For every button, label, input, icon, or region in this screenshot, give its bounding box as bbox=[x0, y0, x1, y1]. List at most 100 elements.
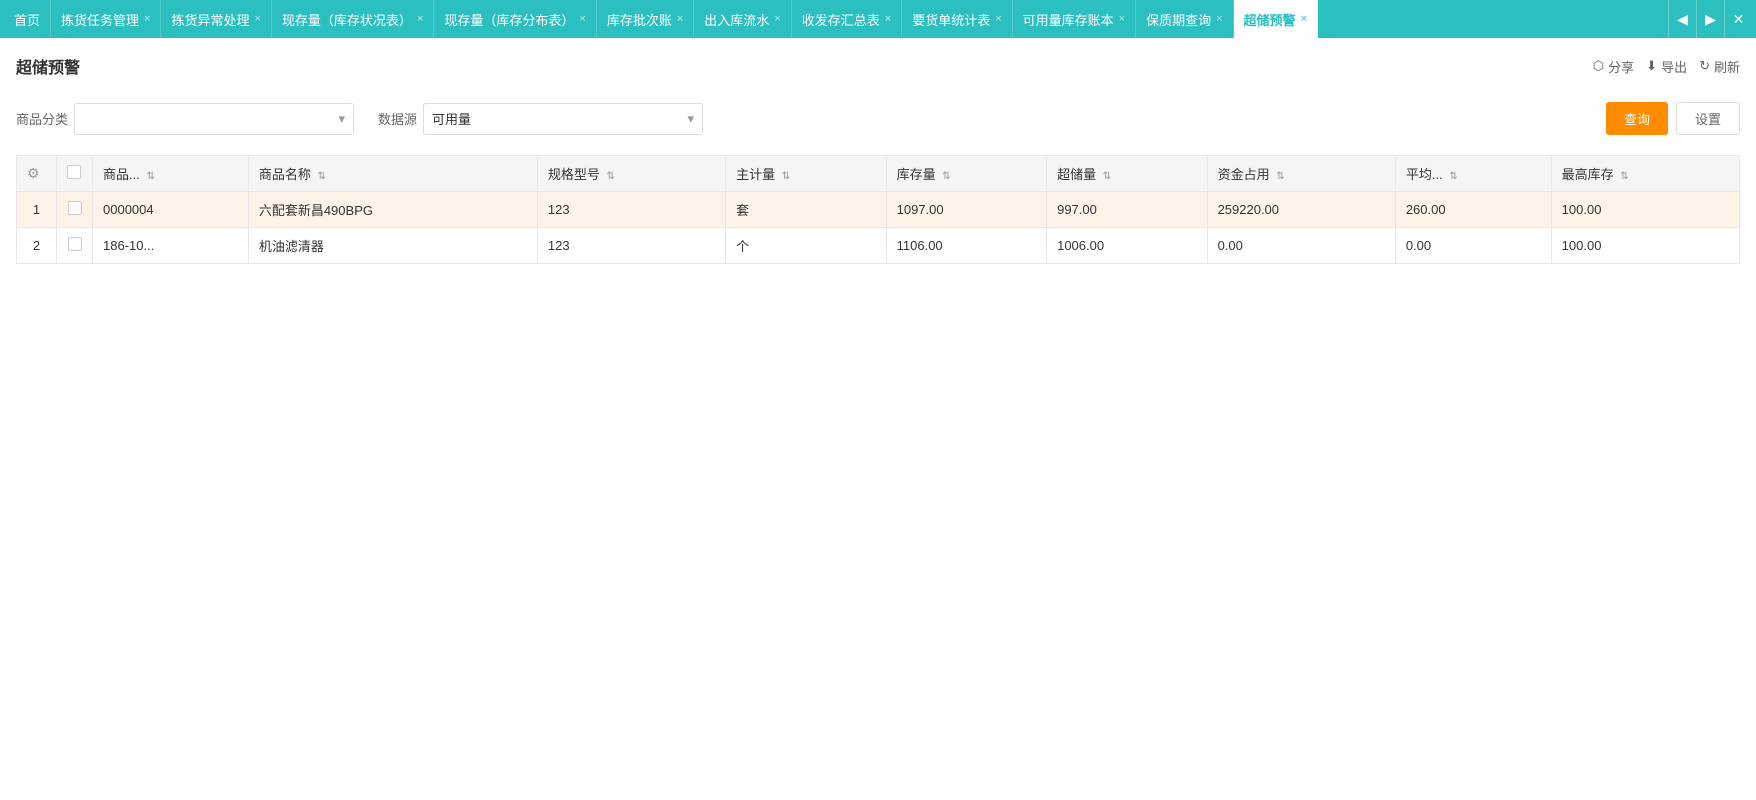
table-row: 1 0000004 六配套新昌490BPG 123 套 1097.00 997.… bbox=[17, 192, 1740, 228]
th-avg[interactable]: 平均... ⇅ bbox=[1395, 156, 1551, 192]
category-label: 商品分类 bbox=[16, 109, 68, 128]
settings-button[interactable]: 设置 bbox=[1676, 102, 1740, 135]
nav-tab-inout-flow-label: 出入库流水 bbox=[704, 10, 769, 29]
nav-tab-available-ledger-close[interactable]: × bbox=[1119, 13, 1125, 25]
refresh-button[interactable]: ↻ 刷新 bbox=[1699, 57, 1740, 76]
category-filter: 商品分类 ▾ bbox=[16, 103, 354, 135]
nav-close-arrow[interactable]: ✕ bbox=[1724, 0, 1752, 38]
datasource-dropdown-icon: ▾ bbox=[688, 111, 695, 127]
th-product-name-label: 商品名称 bbox=[259, 167, 311, 182]
header-actions: ⬡ 分享 ⬇ 导出 ↻ 刷新 bbox=[1593, 57, 1740, 76]
export-icon: ⬇ bbox=[1646, 58, 1657, 74]
nav-tab-batch-account[interactable]: 库存批次账 × bbox=[597, 0, 694, 38]
cell-checkbox-0[interactable] bbox=[57, 192, 93, 228]
cell-product-name-1: 机油滤清器 bbox=[248, 228, 537, 264]
nav-tab-overstock[interactable]: 超储预警 × bbox=[1234, 0, 1318, 38]
cell-overstock-1: 1006.00 bbox=[1047, 228, 1207, 264]
data-table: ⚙ 商品... ⇅ 商品名称 ⇅ 规格型号 ⇅ 主计量 bbox=[16, 155, 1740, 264]
nav-tab-available-ledger[interactable]: 可用量库存账本 × bbox=[1013, 0, 1136, 38]
nav-tab-order-stats-label: 要货单统计表 bbox=[912, 10, 990, 29]
nav-tab-inventory-dist[interactable]: 现存量（库存分布表） × bbox=[434, 0, 596, 38]
cell-overstock-0: 997.00 bbox=[1047, 192, 1207, 228]
th-product-code-label: 商品... bbox=[103, 167, 140, 182]
nav-prev-arrow[interactable]: ◀ bbox=[1668, 0, 1696, 38]
nav-tab-quality-check[interactable]: 保质期查询 × bbox=[1136, 0, 1233, 38]
nav-tab-abnormal-label: 拣货异常处理 bbox=[171, 10, 249, 29]
category-select[interactable]: ▾ bbox=[74, 103, 354, 135]
th-capital[interactable]: 资金占用 ⇅ bbox=[1207, 156, 1395, 192]
category-dropdown-icon: ▾ bbox=[338, 111, 345, 127]
nav-tab-inventory-status-label: 现存量（库存状况表） bbox=[282, 10, 412, 29]
nav-tab-quality-check-close[interactable]: × bbox=[1216, 13, 1222, 25]
th-product-code[interactable]: 商品... ⇅ bbox=[93, 156, 249, 192]
cell-unit-1: 个 bbox=[726, 228, 886, 264]
nav-tab-available-ledger-label: 可用量库存账本 bbox=[1023, 10, 1114, 29]
th-product-name[interactable]: 商品名称 ⇅ bbox=[248, 156, 537, 192]
row-checkbox-0[interactable] bbox=[68, 201, 82, 215]
export-button[interactable]: ⬇ 导出 bbox=[1646, 57, 1687, 76]
share-icon: ⬡ bbox=[1593, 58, 1604, 74]
filter-bar: 商品分类 ▾ 数据源 可用量 ▾ 查询 设置 bbox=[16, 94, 1740, 143]
page-title: 超储预警 bbox=[16, 54, 80, 78]
cell-checkbox-1[interactable] bbox=[57, 228, 93, 264]
nav-tab-recv-send-label: 收发存汇总表 bbox=[802, 10, 880, 29]
th-overstock-label: 超储量 bbox=[1057, 167, 1096, 182]
gear-icon[interactable]: ⚙ bbox=[27, 165, 40, 181]
nav-tab-task-mgmt[interactable]: 拣货任务管理 × bbox=[51, 0, 161, 38]
th-spec[interactable]: 规格型号 ⇅ bbox=[537, 156, 725, 192]
cell-stock-0: 1097.00 bbox=[886, 192, 1046, 228]
th-unit[interactable]: 主计量 ⇅ bbox=[726, 156, 886, 192]
table-body: 1 0000004 六配套新昌490BPG 123 套 1097.00 997.… bbox=[17, 192, 1740, 264]
nav-tab-inventory-status-close[interactable]: × bbox=[417, 13, 423, 25]
row-checkbox-1[interactable] bbox=[68, 237, 82, 251]
th-unit-label: 主计量 bbox=[736, 167, 775, 182]
cell-capital-0: 259220.00 bbox=[1207, 192, 1395, 228]
nav-tab-order-stats[interactable]: 要货单统计表 × bbox=[902, 0, 1012, 38]
refresh-icon: ↻ bbox=[1699, 58, 1710, 74]
table-header: ⚙ 商品... ⇅ 商品名称 ⇅ 规格型号 ⇅ 主计量 bbox=[17, 156, 1740, 192]
nav-tab-overstock-label: 超储预警 bbox=[1244, 10, 1296, 29]
nav-tab-home-label: 首页 bbox=[14, 10, 40, 29]
datasource-value: 可用量 bbox=[432, 109, 471, 128]
cell-spec-0: 123 bbox=[537, 192, 725, 228]
refresh-label: 刷新 bbox=[1714, 57, 1740, 76]
th-max-stock[interactable]: 最高库存 ⇅ bbox=[1551, 156, 1739, 192]
th-product-code-sort-icon: ⇅ bbox=[146, 171, 154, 182]
th-stock-label: 库存量 bbox=[897, 167, 936, 182]
nav-tab-inventory-status[interactable]: 现存量（库存状况表） × bbox=[272, 0, 434, 38]
th-overstock[interactable]: 超储量 ⇅ bbox=[1047, 156, 1207, 192]
filter-buttons: 查询 设置 bbox=[1606, 102, 1740, 135]
nav-tab-overstock-close[interactable]: × bbox=[1301, 13, 1307, 25]
cell-avg-0: 260.00 bbox=[1395, 192, 1551, 228]
nav-tab-home[interactable]: 首页 bbox=[4, 0, 51, 38]
nav-tab-inout-flow-close[interactable]: × bbox=[774, 13, 780, 25]
cell-unit-0: 套 bbox=[726, 192, 886, 228]
nav-tab-recv-send[interactable]: 收发存汇总表 × bbox=[792, 0, 902, 38]
table-row: 2 186-10... 机油滤清器 123 个 1106.00 1006.00 … bbox=[17, 228, 1740, 264]
nav-tab-inventory-dist-close[interactable]: × bbox=[579, 13, 585, 25]
query-button[interactable]: 查询 bbox=[1606, 102, 1668, 135]
th-settings[interactable]: ⚙ bbox=[17, 156, 57, 192]
th-unit-sort-icon: ⇅ bbox=[782, 171, 790, 182]
cell-product-code-0: 0000004 bbox=[93, 192, 249, 228]
th-max-stock-label: 最高库存 bbox=[1562, 167, 1614, 182]
cell-avg-1: 0.00 bbox=[1395, 228, 1551, 264]
datasource-filter: 数据源 可用量 ▾ bbox=[378, 103, 703, 135]
th-checkbox[interactable] bbox=[57, 156, 93, 192]
nav-tab-batch-account-close[interactable]: × bbox=[677, 13, 683, 25]
nav-tab-abnormal-close[interactable]: × bbox=[254, 13, 260, 25]
nav-tab-task-mgmt-close[interactable]: × bbox=[144, 13, 150, 25]
datasource-select[interactable]: 可用量 ▾ bbox=[423, 103, 703, 135]
nav-tab-inout-flow[interactable]: 出入库流水 × bbox=[694, 0, 791, 38]
cell-max-stock-0: 100.00 bbox=[1551, 192, 1739, 228]
top-nav: 首页 拣货任务管理 × 拣货异常处理 × 现存量（库存状况表） × 现存量（库存… bbox=[0, 0, 1756, 38]
th-stock[interactable]: 库存量 ⇅ bbox=[886, 156, 1046, 192]
nav-tab-abnormal[interactable]: 拣货异常处理 × bbox=[161, 0, 271, 38]
share-button[interactable]: ⬡ 分享 bbox=[1593, 57, 1634, 76]
nav-tab-recv-send-close[interactable]: × bbox=[885, 13, 891, 25]
nav-next-arrow[interactable]: ▶ bbox=[1696, 0, 1724, 38]
header-checkbox[interactable] bbox=[67, 165, 81, 179]
th-max-stock-sort-icon: ⇅ bbox=[1620, 171, 1628, 182]
th-spec-sort-icon: ⇅ bbox=[607, 171, 615, 182]
nav-tab-order-stats-close[interactable]: × bbox=[995, 13, 1001, 25]
